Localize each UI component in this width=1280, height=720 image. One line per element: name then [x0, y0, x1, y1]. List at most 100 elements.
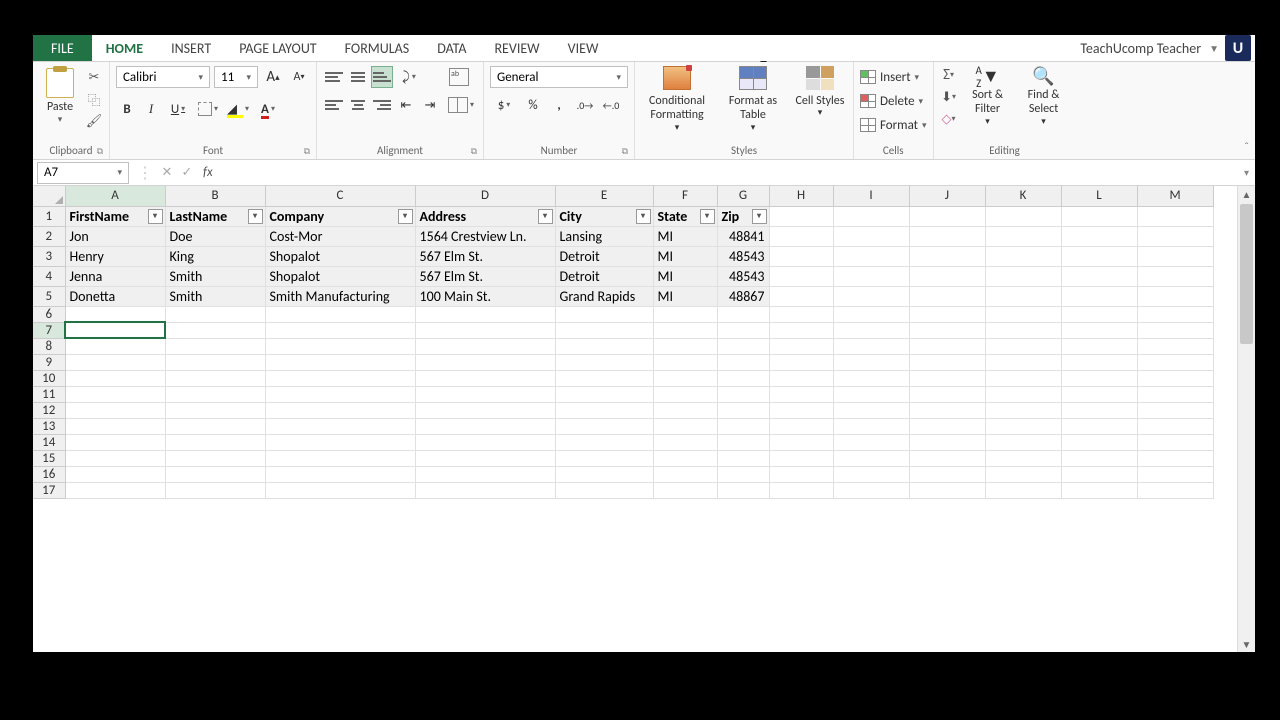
cell[interactable] [833, 322, 909, 338]
tab-formulas[interactable]: FORMULAS [331, 35, 424, 61]
cell[interactable] [165, 402, 265, 418]
cell[interactable] [653, 450, 717, 466]
cell[interactable] [1137, 370, 1213, 386]
row-header-4[interactable]: 4 [33, 266, 65, 286]
decrease-decimal-button[interactable]: ←.0 [600, 94, 622, 116]
cell[interactable] [717, 450, 769, 466]
cell[interactable] [769, 322, 833, 338]
cell[interactable] [909, 338, 985, 354]
cell[interactable] [769, 402, 833, 418]
filter-icon[interactable]: ▾ [700, 209, 715, 224]
merge-center-button[interactable]: ▾ [445, 94, 477, 116]
cell[interactable] [65, 306, 165, 322]
cell[interactable] [769, 466, 833, 482]
row-header-3[interactable]: 3 [33, 246, 65, 266]
cell[interactable] [1061, 206, 1137, 226]
cell[interactable] [653, 322, 717, 338]
cell[interactable] [717, 482, 769, 498]
cell[interactable] [833, 206, 909, 226]
row-header-17[interactable]: 17 [33, 482, 65, 498]
table-header-cell[interactable]: Zip▾ [717, 206, 769, 226]
table-cell[interactable]: Cost-Mor [265, 226, 415, 246]
cell[interactable] [65, 322, 165, 338]
table-cell[interactable]: Doe [165, 226, 265, 246]
cell[interactable] [1061, 450, 1137, 466]
table-cell[interactable]: Smith Manufacturing [265, 286, 415, 306]
align-center-button[interactable] [347, 94, 369, 116]
cell[interactable] [265, 434, 415, 450]
cell[interactable] [165, 322, 265, 338]
cell[interactable] [717, 418, 769, 434]
borders-button[interactable]: ▾ [194, 98, 222, 120]
align-top-button[interactable] [323, 66, 345, 88]
cell[interactable] [265, 450, 415, 466]
cell[interactable] [985, 306, 1061, 322]
tab-data[interactable]: DATA [423, 35, 480, 61]
cell[interactable] [415, 322, 555, 338]
row-header-15[interactable]: 15 [33, 450, 65, 466]
cell[interactable] [833, 402, 909, 418]
cell[interactable] [909, 466, 985, 482]
collapse-ribbon-icon[interactable]: ˆ [1244, 141, 1249, 155]
table-cell[interactable]: Jenna [65, 266, 165, 286]
cell[interactable] [165, 354, 265, 370]
decrease-indent-button[interactable]: ⇤ [395, 94, 417, 116]
cell[interactable] [653, 418, 717, 434]
cell[interactable] [909, 286, 985, 306]
cell[interactable] [555, 386, 653, 402]
column-header-D[interactable]: D [415, 186, 555, 206]
cell[interactable] [555, 434, 653, 450]
cell[interactable] [909, 246, 985, 266]
cell[interactable] [65, 450, 165, 466]
cell[interactable] [909, 402, 985, 418]
shrink-font-button[interactable]: A▾ [288, 66, 310, 88]
cell[interactable] [653, 370, 717, 386]
cell[interactable] [65, 370, 165, 386]
cell[interactable] [415, 370, 555, 386]
cell[interactable] [555, 466, 653, 482]
cell[interactable] [909, 354, 985, 370]
cell[interactable] [65, 402, 165, 418]
cell[interactable] [1061, 286, 1137, 306]
cell[interactable] [65, 418, 165, 434]
cell[interactable] [717, 306, 769, 322]
number-format-combo[interactable]: General▾ [490, 66, 628, 88]
accounting-format-button[interactable]: $▾ [490, 94, 518, 116]
cell[interactable] [833, 450, 909, 466]
cell[interactable] [165, 386, 265, 402]
table-cell[interactable]: Jon [65, 226, 165, 246]
cell[interactable] [555, 402, 653, 418]
row-header-5[interactable]: 5 [33, 286, 65, 306]
table-cell[interactable]: MI [653, 226, 717, 246]
table-header-cell[interactable]: City▾ [555, 206, 653, 226]
cell[interactable] [833, 306, 909, 322]
clear-button[interactable]: ◇▾ [940, 110, 958, 128]
fill-button[interactable]: ⬇▾ [940, 88, 958, 106]
table-cell[interactable]: MI [653, 246, 717, 266]
cell[interactable] [833, 386, 909, 402]
table-header-cell[interactable]: Company▾ [265, 206, 415, 226]
row-header-8[interactable]: 8 [33, 338, 65, 354]
cell[interactable] [769, 418, 833, 434]
cell[interactable] [265, 418, 415, 434]
grow-font-button[interactable]: A▴ [262, 66, 284, 88]
cell[interactable] [1061, 246, 1137, 266]
cell[interactable] [1137, 206, 1213, 226]
cell[interactable] [415, 402, 555, 418]
cell[interactable] [769, 482, 833, 498]
cell[interactable] [415, 418, 555, 434]
cell[interactable] [909, 370, 985, 386]
tab-home[interactable]: HOME [92, 35, 157, 61]
tab-page-layout[interactable]: PAGE LAYOUT [225, 35, 330, 61]
cancel-formula-button[interactable]: ✕ [157, 165, 177, 180]
cell[interactable] [265, 482, 415, 498]
wrap-text-button[interactable] [445, 66, 473, 88]
cell[interactable] [1061, 266, 1137, 286]
table-cell[interactable]: MI [653, 266, 717, 286]
table-cell[interactable]: 567 Elm St. [415, 266, 555, 286]
copy-icon[interactable]: ⿻ [85, 90, 103, 108]
cell[interactable] [717, 370, 769, 386]
filter-icon[interactable]: ▾ [538, 209, 553, 224]
cell[interactable] [165, 466, 265, 482]
cell[interactable] [1137, 450, 1213, 466]
